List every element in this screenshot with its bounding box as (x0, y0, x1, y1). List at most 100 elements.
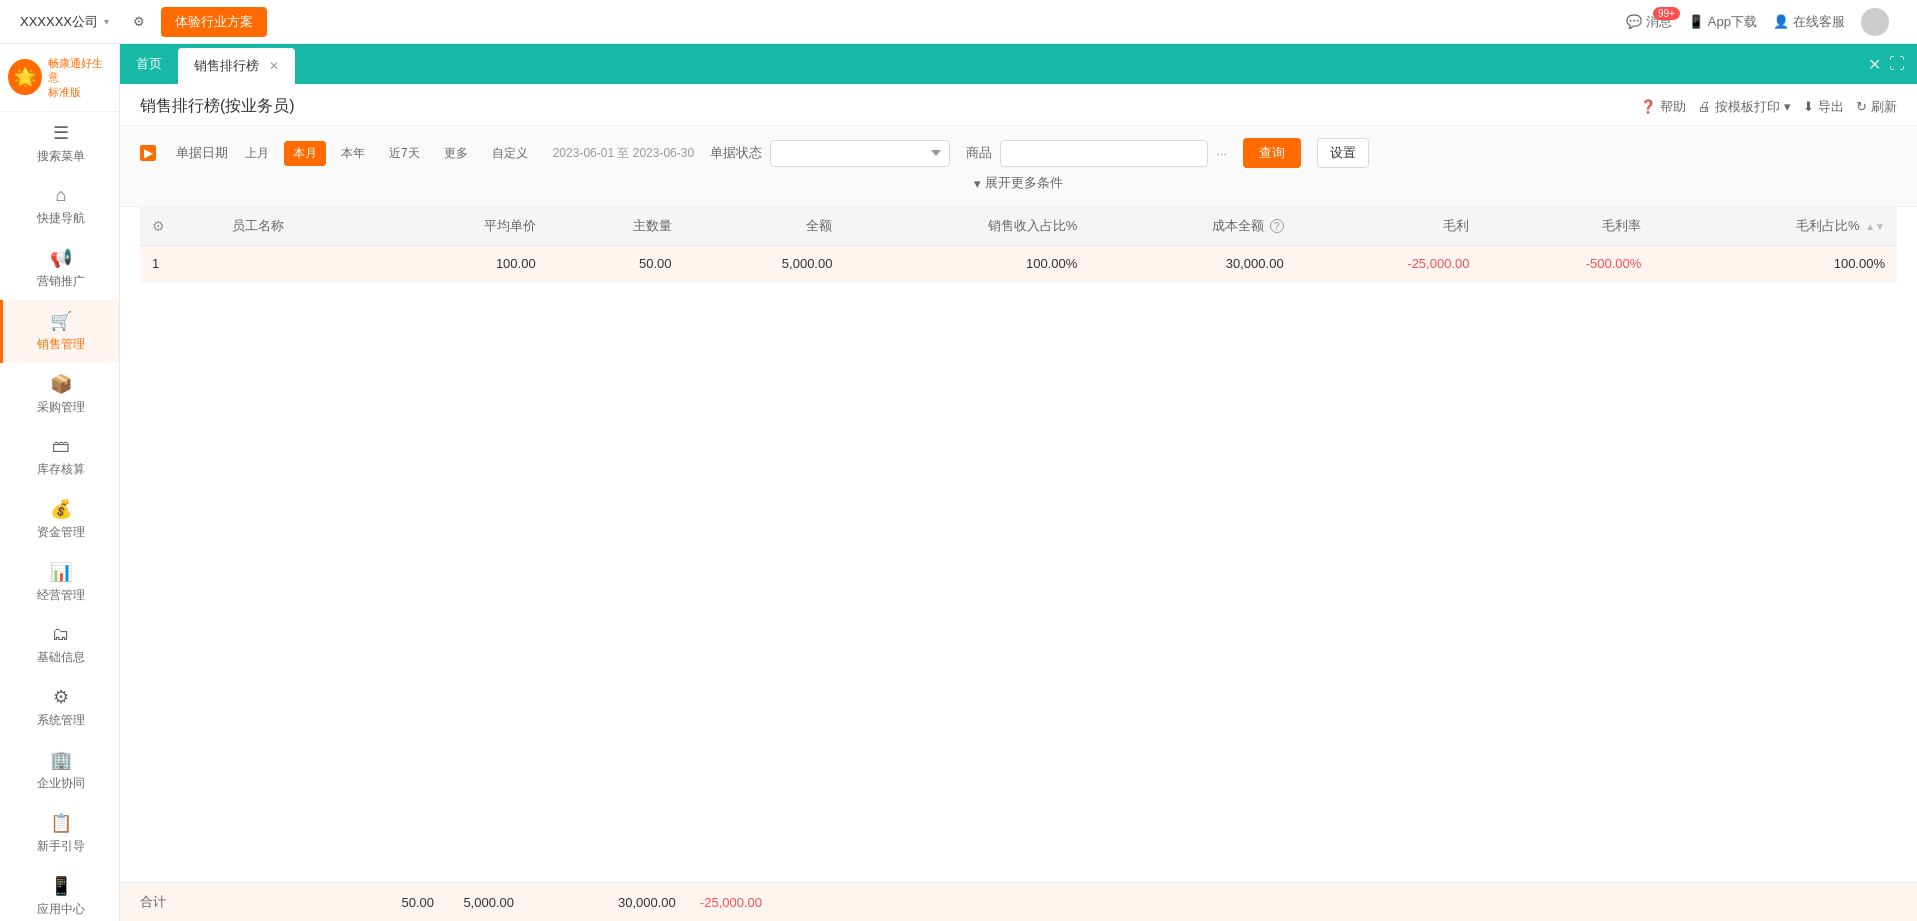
sidebar-item-label: 资金管理 (37, 524, 85, 541)
settings-button[interactable]: 设置 (1317, 138, 1369, 168)
page-actions: ❓ 帮助 🖨 按模板打印 ▾ ⬇ 导出 ↻ 刷新 (1640, 98, 1897, 116)
operations-icon: 📊 (50, 561, 72, 583)
sidebar-item-label: 快捷导航 (37, 210, 85, 227)
tab-close-all-icon[interactable]: ✕ (1868, 55, 1881, 74)
filter-row: ▶ 单据日期 上月 本月 本年 近7天 更多 自定义 (140, 138, 1897, 168)
goods-filter-input[interactable] (1000, 140, 1208, 167)
tab-sales-rank[interactable]: 销售排行榜 ✕ (178, 48, 295, 84)
avatar[interactable] (1861, 8, 1889, 36)
cell-gross-pct: 100.00% (1653, 246, 1897, 282)
export-button[interactable]: ⬇ 导出 (1803, 98, 1844, 116)
filter-area: ▶ 单据日期 上月 本月 本年 近7天 更多 自定义 (120, 126, 1917, 207)
footer-empty-3 (526, 895, 606, 910)
sidebar-item-label: 库存核算 (37, 461, 85, 478)
print-icon: 🖨 (1698, 99, 1711, 114)
date-range-item: 2023-06-01 至 2023-06-30 (553, 145, 694, 162)
table-container: ⚙ 员工名称 平均单价 主数量 全额 销售收入占比% 成本全额 ? 毛利 毛利率… (120, 207, 1917, 882)
finance-icon: 💰 (50, 498, 72, 520)
chevron-down-conditions-icon: ▾ (974, 176, 981, 191)
online-service-button[interactable]: 👤 在线客服 (1773, 13, 1845, 31)
phone-icon: 📱 (1688, 14, 1704, 29)
sidebar-item-inventory[interactable]: 🗃 库存核算 (0, 426, 119, 488)
page-title: 销售排行榜(按业务员) (140, 96, 295, 117)
app-download-button[interactable]: 📱 App下载 (1688, 13, 1757, 31)
logo-icon: 🌟 (8, 59, 42, 95)
status-filter-label: 单据状态 (710, 144, 762, 162)
date-btn-this-month[interactable]: 本月 (284, 141, 326, 166)
date-btn-more[interactable]: 更多 (435, 141, 477, 166)
cell-main-qty: 50.00 (548, 246, 684, 282)
cost-info-icon[interactable]: ? (1270, 219, 1284, 233)
logo-text: 畅康通好生意 标准版 (48, 56, 111, 99)
company-selector[interactable]: XXXXXX公司 ▾ (12, 9, 117, 35)
sidebar-item-purchase[interactable]: 📦 采购管理 (0, 363, 119, 426)
footer-empty-1 (206, 895, 286, 910)
date-btn-this-year[interactable]: 本年 (332, 141, 374, 166)
app-center-icon: 📱 (50, 875, 72, 897)
sidebar-item-finance[interactable]: 💰 资金管理 (0, 488, 119, 551)
marketing-icon: 📢 (50, 247, 72, 269)
col-employee: 员工名称 (220, 207, 384, 246)
help-button[interactable]: ❓ 帮助 (1640, 98, 1686, 116)
status-filter-select[interactable] (770, 140, 950, 167)
message-icon: 💬 (1626, 14, 1642, 29)
goods-filter-more-icon[interactable]: ··· (1216, 146, 1227, 161)
sales-rank-table: ⚙ 员工名称 平均单价 主数量 全额 销售收入占比% 成本全额 ? 毛利 毛利率… (140, 207, 1897, 282)
date-filter-buttons: 上月 本月 本年 近7天 更多 自定义 (236, 141, 537, 166)
footer-gross-profit: -25,000.00 (688, 895, 774, 910)
cell-employee (220, 246, 384, 282)
date-btn-last-month[interactable]: 上月 (236, 141, 278, 166)
app-download-label: App下载 (1708, 13, 1757, 31)
tab-bar: 首页 销售排行榜 ✕ ✕ ⛶ (120, 44, 1917, 84)
sidebar-item-operations[interactable]: 📊 经营管理 (0, 551, 119, 614)
sidebar-item-guide[interactable]: 📋 新手引导 (0, 802, 119, 865)
date-filter-label: 单据日期 (176, 144, 228, 162)
col-main-qty: 主数量 (548, 207, 684, 246)
message-badge: 99+ (1653, 7, 1680, 20)
sidebar: 🌟 畅康通好生意 标准版 ☰ 搜索菜单 ⌂ 快捷导航 📢 营销推广 🛒 销售管理… (0, 44, 120, 921)
page-header: 销售排行榜(按业务员) ❓ 帮助 🖨 按模板打印 ▾ ⬇ 导出 (120, 84, 1917, 126)
footer-values: 50.00 5,000.00 30,000.00 -25,000.00 (206, 895, 774, 910)
sidebar-item-enterprise[interactable]: 🏢 企业协同 (0, 739, 119, 802)
message-button[interactable]: 💬 消息 99+ (1626, 13, 1672, 31)
cell-gross-profit: -25,000.00 (1296, 246, 1482, 282)
goods-filter-label: 商品 (966, 144, 992, 162)
trial-button[interactable]: 体验行业方案 (161, 7, 267, 37)
tab-home[interactable]: 首页 (120, 44, 178, 84)
print-button[interactable]: 🖨 按模板打印 ▾ (1698, 98, 1791, 116)
sidebar-item-sales[interactable]: 🛒 销售管理 (0, 300, 119, 363)
query-button[interactable]: 查询 (1243, 138, 1301, 168)
date-btn-7days[interactable]: 近7天 (380, 141, 429, 166)
settings-icon-btn[interactable]: ⚙ (125, 8, 153, 36)
sidebar-item-system[interactable]: ⚙ 系统管理 (0, 676, 119, 739)
search-orders-icon: ☰ (53, 122, 69, 144)
sidebar-item-base-info[interactable]: 🗂 基础信息 (0, 614, 119, 676)
col-cost: 成本全额 ? (1089, 207, 1295, 246)
cell-gross-rate: -500.00% (1481, 246, 1653, 282)
expand-filter-icon[interactable]: ▶ (140, 145, 156, 161)
sidebar-item-marketing[interactable]: 📢 营销推广 (0, 237, 119, 300)
help-icon: ❓ (1640, 99, 1656, 114)
tab-expand-icon[interactable]: ⛶ (1889, 55, 1905, 73)
sidebar-item-search-orders[interactable]: ☰ 搜索菜单 (0, 112, 119, 175)
col-amount: 全额 (684, 207, 845, 246)
col-gross-profit: 毛利 (1296, 207, 1482, 246)
cell-amount: 5,000.00 (684, 246, 845, 282)
sidebar-item-label: 采购管理 (37, 399, 85, 416)
refresh-button[interactable]: ↻ 刷新 (1856, 98, 1897, 116)
home-icon: ⌂ (56, 185, 67, 206)
footer-amount: 5,000.00 (446, 895, 526, 910)
inventory-icon: 🗃 (52, 436, 70, 457)
table-header-row: ⚙ 员工名称 平均单价 主数量 全额 销售收入占比% 成本全额 ? 毛利 毛利率… (140, 207, 1897, 246)
table-settings-icon[interactable]: ⚙ (152, 218, 165, 234)
sidebar-item-label: 应用中心 (37, 901, 85, 918)
sidebar-item-quick-nav[interactable]: ⌂ 快捷导航 (0, 175, 119, 237)
date-btn-custom[interactable]: 自定义 (483, 141, 537, 166)
sidebar-item-label: 营销推广 (37, 273, 85, 290)
sidebar-item-app-center[interactable]: 📱 应用中心 (0, 865, 119, 921)
chevron-down-icon: ▾ (104, 16, 109, 27)
tab-close-icon[interactable]: ✕ (269, 59, 279, 73)
expand-more-conditions[interactable]: ▾ 展开更多条件 (140, 168, 1897, 194)
gross-pct-sort-icon[interactable]: ▲▼ (1865, 221, 1885, 232)
footer-label: 合计 (140, 893, 166, 911)
